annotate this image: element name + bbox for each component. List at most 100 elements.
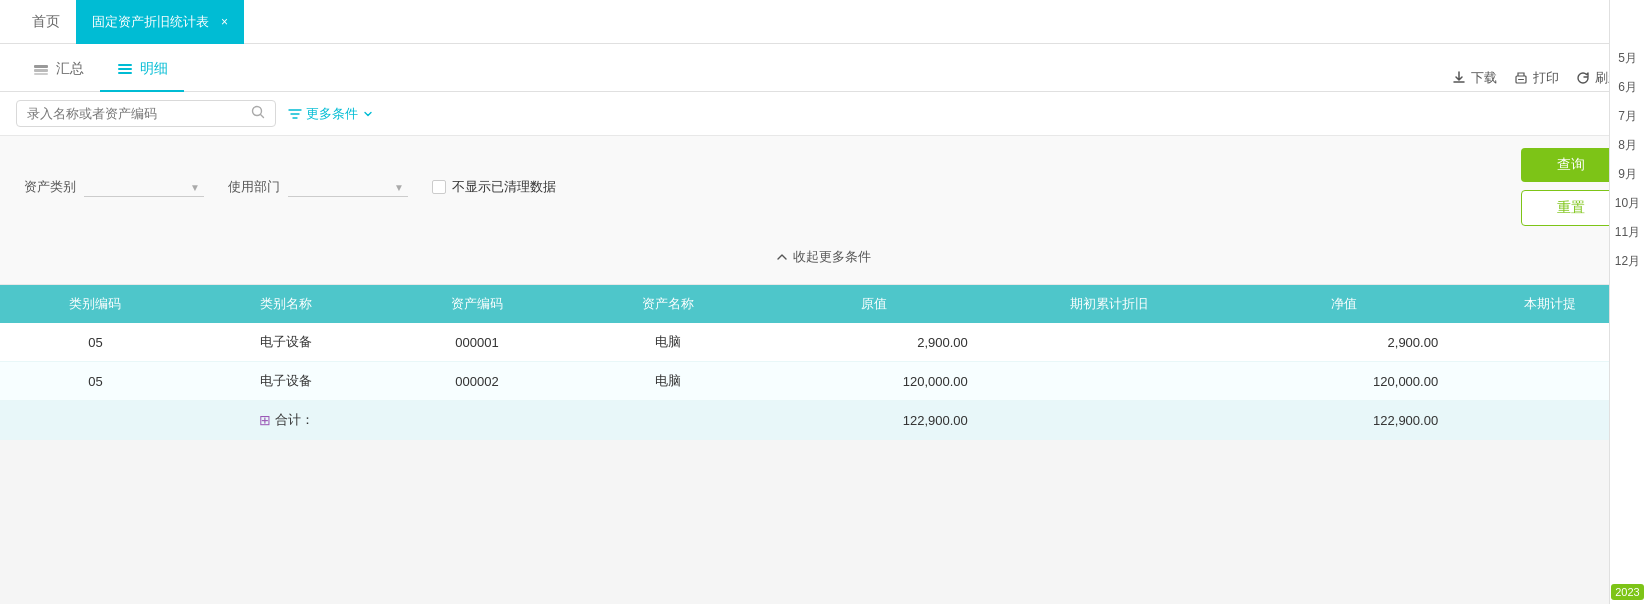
total-label-text: 合计： xyxy=(275,411,314,429)
cell-cat-code: 05 xyxy=(0,362,191,401)
svg-rect-7 xyxy=(1518,79,1524,80)
cell-asset-code: 000002 xyxy=(382,362,573,401)
filter-asset-category: 资产类别 ▼ xyxy=(24,177,204,197)
table-row: 05 电子设备 000002 电脑 120,000.00 120,000.00 xyxy=(0,362,1645,401)
print-icon xyxy=(1513,70,1529,86)
th-original: 原值 xyxy=(763,285,984,323)
cell-asset-code: 000001 xyxy=(382,323,573,362)
svg-rect-3 xyxy=(118,64,132,66)
month-item[interactable]: 10月 xyxy=(1615,189,1640,218)
th-net-value: 净值 xyxy=(1234,285,1455,323)
main-layout: 汇总 明细 下载 打印 刷新 xyxy=(0,44,1645,604)
total-asset-name xyxy=(572,401,763,440)
svg-rect-2 xyxy=(34,73,48,75)
filter-actions: 查询 重置 xyxy=(1521,148,1621,226)
table-header-row: 类别编码 类别名称 资产编码 资产名称 原值 期初累计折旧 净值 本期计提 xyxy=(0,285,1645,323)
cell-acc-depr xyxy=(984,362,1234,401)
table-row: 05 电子设备 000001 电脑 2,900.00 2,900.00 xyxy=(0,323,1645,362)
list-icon xyxy=(116,60,134,78)
right-panel: 5月6月7月8月9月10月11月12月 2023 xyxy=(1609,44,1645,604)
month-item[interactable]: 9月 xyxy=(1615,160,1640,189)
print-button[interactable]: 打印 xyxy=(1505,65,1567,91)
cell-acc-depr xyxy=(984,323,1234,362)
hide-cleared-checkbox[interactable]: 不显示已清理数据 xyxy=(432,178,556,196)
more-conditions-button[interactable]: 更多条件 xyxy=(288,105,374,123)
reset-button[interactable]: 重置 xyxy=(1521,190,1621,226)
checkbox-box xyxy=(432,180,446,194)
chevron-up-icon xyxy=(775,250,789,264)
svg-rect-5 xyxy=(118,72,132,74)
use-dept-select[interactable] xyxy=(288,177,408,197)
search-input-wrap xyxy=(16,100,276,127)
more-conditions-label: 更多条件 xyxy=(306,105,358,123)
month-item[interactable]: 6月 xyxy=(1615,73,1640,102)
total-label-cell: ⊞ 合计： xyxy=(0,401,572,440)
asset-category-select-wrap: ▼ xyxy=(84,177,204,197)
main-content: 汇总 明细 下载 打印 刷新 xyxy=(0,44,1645,604)
cell-original: 120,000.00 xyxy=(763,362,984,401)
download-button[interactable]: 下载 xyxy=(1443,65,1505,91)
table-wrap: 类别编码 类别名称 资产编码 资产名称 原值 期初累计折旧 净值 本期计提 05… xyxy=(0,285,1645,440)
cell-net-value: 2,900.00 xyxy=(1234,323,1455,362)
print-label: 打印 xyxy=(1533,69,1559,87)
month-item[interactable]: 5月 xyxy=(1615,44,1640,73)
search-bar: 更多条件 xyxy=(0,92,1645,136)
year-badge[interactable]: 2023 xyxy=(1611,584,1643,600)
nav-home[interactable]: 首页 xyxy=(16,0,76,44)
use-dept-label: 使用部门 xyxy=(228,178,280,196)
tab-bar: 汇总 明细 下载 打印 刷新 xyxy=(0,44,1645,92)
filter-panel: 资产类别 ▼ 使用部门 ▼ xyxy=(0,136,1645,285)
total-row: ⊞ 合计： 122,900.00 122,900.00 xyxy=(0,401,1645,440)
filter-use-dept: 使用部门 ▼ xyxy=(228,177,408,197)
search-input[interactable] xyxy=(27,106,247,121)
hide-cleared-label: 不显示已清理数据 xyxy=(452,178,556,196)
svg-rect-1 xyxy=(34,69,48,72)
use-dept-select-wrap: ▼ xyxy=(288,177,408,197)
filter-row: 资产类别 ▼ 使用部门 ▼ xyxy=(24,148,1621,226)
layers-icon xyxy=(32,60,50,78)
svg-rect-4 xyxy=(118,68,132,70)
total-icon: ⊞ xyxy=(259,412,271,428)
nav-active-tab[interactable]: 固定资产折旧统计表 × xyxy=(76,0,244,44)
asset-category-label: 资产类别 xyxy=(24,178,76,196)
total-net-value: 122,900.00 xyxy=(1234,401,1455,440)
cell-net-value: 120,000.00 xyxy=(1234,362,1455,401)
download-icon xyxy=(1451,70,1467,86)
cell-cat-name: 电子设备 xyxy=(191,362,382,401)
month-item[interactable]: 12月 xyxy=(1615,247,1640,276)
svg-line-9 xyxy=(261,115,264,118)
download-label: 下载 xyxy=(1471,69,1497,87)
tab-detail[interactable]: 明细 xyxy=(100,48,184,92)
cell-cat-name: 电子设备 xyxy=(191,323,382,362)
nav-tabs-left: 首页 固定资产折旧统计表 × xyxy=(16,0,244,44)
top-nav: 首页 固定资产折旧统计表 × × xyxy=(0,0,1645,44)
nav-tab-close-icon[interactable]: × xyxy=(221,15,228,29)
th-acc-depr: 期初累计折旧 xyxy=(984,285,1234,323)
cell-original: 2,900.00 xyxy=(763,323,984,362)
th-asset-name: 资产名称 xyxy=(572,285,763,323)
cell-asset-name: 电脑 xyxy=(572,362,763,401)
filter-icon xyxy=(288,107,302,121)
total-acc-depr xyxy=(984,401,1234,440)
nav-tab-label: 固定资产折旧统计表 xyxy=(92,13,209,31)
month-item[interactable]: 11月 xyxy=(1615,218,1640,247)
asset-category-select[interactable] xyxy=(84,177,204,197)
refresh-icon xyxy=(1575,70,1591,86)
th-cat-name: 类别名称 xyxy=(191,285,382,323)
th-asset-code: 资产编码 xyxy=(382,285,573,323)
month-item[interactable]: 7月 xyxy=(1615,102,1640,131)
total-original: 122,900.00 xyxy=(763,401,984,440)
query-button[interactable]: 查询 xyxy=(1521,148,1621,182)
tab-summary[interactable]: 汇总 xyxy=(16,48,100,92)
collapse-button[interactable]: 收起更多条件 xyxy=(24,242,1621,272)
th-cat-code: 类别编码 xyxy=(0,285,191,323)
data-table: 类别编码 类别名称 资产编码 资产名称 原值 期初累计折旧 净值 本期计提 05… xyxy=(0,285,1645,440)
cell-cat-code: 05 xyxy=(0,323,191,362)
collapse-label: 收起更多条件 xyxy=(793,248,871,266)
cell-asset-name: 电脑 xyxy=(572,323,763,362)
tab-summary-label: 汇总 xyxy=(56,60,84,78)
chevron-down-icon xyxy=(362,108,374,120)
month-item[interactable]: 8月 xyxy=(1615,131,1640,160)
tab-detail-label: 明细 xyxy=(140,60,168,78)
search-icon[interactable] xyxy=(251,105,265,122)
